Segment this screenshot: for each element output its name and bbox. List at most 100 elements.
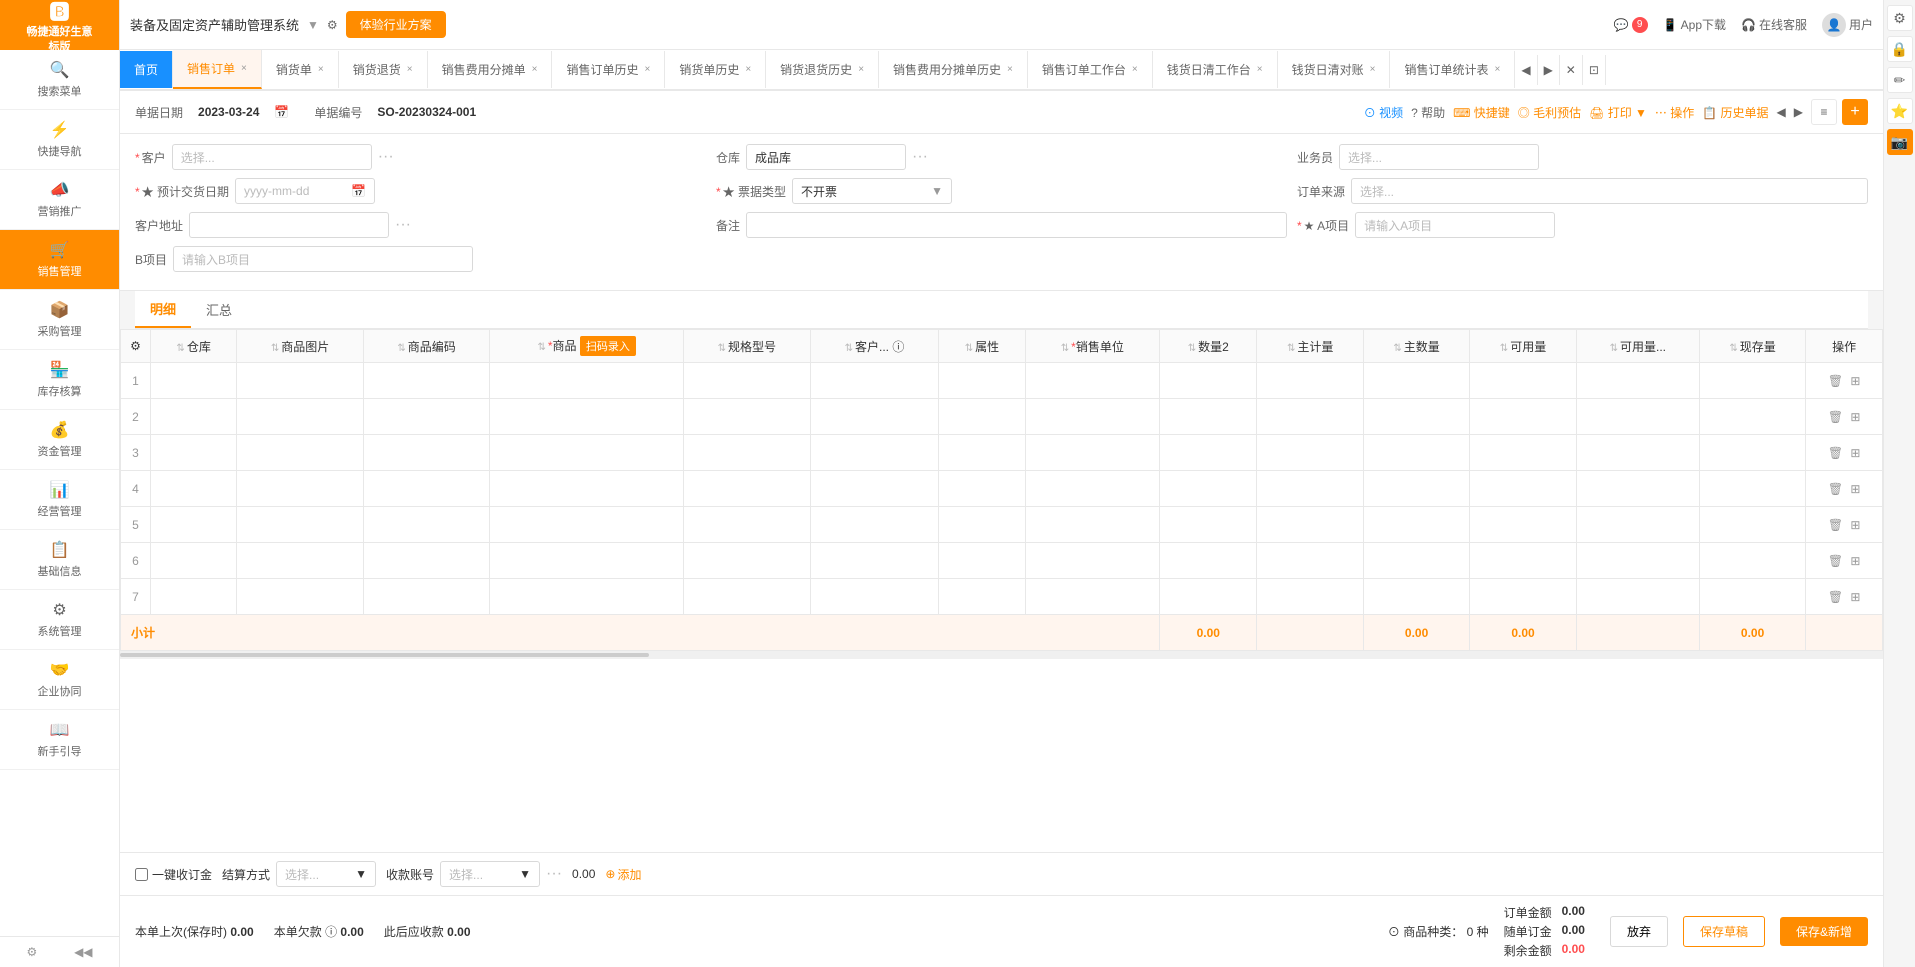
project-a-input[interactable]: 请输入A项目 bbox=[1355, 212, 1555, 238]
row-qty2[interactable] bbox=[1160, 507, 1257, 543]
row-warehouse[interactable] bbox=[151, 435, 237, 471]
tab-首页[interactable]: 首页 bbox=[120, 51, 173, 88]
row-image[interactable] bbox=[237, 471, 364, 507]
row-qty2[interactable] bbox=[1160, 363, 1257, 399]
history-action[interactable]: 📋 历史单据 bbox=[1702, 104, 1768, 121]
row-main-unit[interactable] bbox=[1257, 363, 1363, 399]
delete-icon[interactable]: 🗑 bbox=[1828, 554, 1843, 568]
row-code[interactable] bbox=[363, 471, 490, 507]
row-main-qty[interactable] bbox=[1363, 471, 1469, 507]
sidebar-settings-icon[interactable]: ⚙ bbox=[26, 945, 37, 959]
help-action[interactable]: ? 帮助 bbox=[1411, 104, 1445, 121]
row-customer-code[interactable] bbox=[810, 579, 939, 615]
project-b-input[interactable]: 请输入B项目 bbox=[173, 246, 473, 272]
row-customer-code[interactable] bbox=[810, 471, 939, 507]
row-warehouse[interactable] bbox=[151, 579, 237, 615]
row-spec[interactable] bbox=[684, 543, 811, 579]
sidebar-item-系统管理[interactable]: ⚙系统管理 bbox=[0, 590, 119, 650]
row-main-qty[interactable] bbox=[1363, 579, 1469, 615]
row-attribute[interactable] bbox=[939, 579, 1025, 615]
address-expand-icon[interactable]: ··· bbox=[395, 216, 411, 234]
save-new-button[interactable]: 保存&新增 bbox=[1780, 917, 1868, 946]
one-click-checkbox[interactable] bbox=[135, 868, 148, 881]
row-image[interactable] bbox=[237, 363, 364, 399]
row-main-unit[interactable] bbox=[1257, 579, 1363, 615]
right-panel-btn-4[interactable]: ⭐ bbox=[1887, 98, 1913, 124]
row-available2[interactable] bbox=[1576, 543, 1699, 579]
row-available2[interactable] bbox=[1576, 507, 1699, 543]
row-main-unit[interactable] bbox=[1257, 507, 1363, 543]
tab-close-icon[interactable]: × bbox=[644, 64, 650, 75]
row-main-unit[interactable] bbox=[1257, 543, 1363, 579]
sidebar-item-库存核算[interactable]: 🏪库存核算 bbox=[0, 350, 119, 410]
delete-icon[interactable]: 🗑 bbox=[1828, 482, 1843, 496]
add-payment-button[interactable]: ⊕ 添加 bbox=[605, 866, 641, 883]
sidebar-item-采购管理[interactable]: 📦采购管理 bbox=[0, 290, 119, 350]
tab-钱货日清工作台[interactable]: 钱货日清工作台× bbox=[1153, 51, 1278, 88]
copy-icon[interactable]: ⊞ bbox=[1850, 518, 1860, 532]
app-download-item[interactable]: 📱 App下载 bbox=[1663, 16, 1726, 33]
sidebar-item-企业协同[interactable]: 🤝企业协同 bbox=[0, 650, 119, 710]
row-available2[interactable] bbox=[1576, 399, 1699, 435]
row-main-unit[interactable] bbox=[1257, 399, 1363, 435]
right-panel-btn-5[interactable]: 📷 bbox=[1887, 129, 1913, 155]
customer-expand-icon[interactable]: ··· bbox=[378, 148, 394, 166]
row-product[interactable] bbox=[490, 579, 684, 615]
sidebar-item-搜索菜单[interactable]: 🔍搜索菜单 bbox=[0, 50, 119, 110]
row-available2[interactable] bbox=[1576, 471, 1699, 507]
row-qty2[interactable] bbox=[1160, 399, 1257, 435]
sidebar-item-经营管理[interactable]: 📊经营管理 bbox=[0, 470, 119, 530]
tab-close-icon[interactable]: × bbox=[318, 64, 324, 75]
calendar-icon[interactable]: 📅 bbox=[274, 105, 289, 119]
row-spec[interactable] bbox=[684, 435, 811, 471]
row-unit[interactable] bbox=[1025, 579, 1159, 615]
sidebar-collapse-icon[interactable]: ◀◀ bbox=[74, 945, 92, 959]
tab-销售订单工作台[interactable]: 销售订单工作台× bbox=[1028, 51, 1153, 88]
tab-销货单[interactable]: 销货单× bbox=[262, 51, 339, 88]
customer-input[interactable]: 选择... bbox=[172, 144, 372, 170]
tab-close-icon[interactable]: × bbox=[1370, 64, 1376, 75]
tab-close-icon[interactable]: × bbox=[241, 63, 247, 74]
profit-action[interactable]: ◎ 毛利预估 bbox=[1518, 104, 1581, 121]
settings-icon[interactable]: ⚙ bbox=[327, 18, 338, 32]
video-action[interactable]: ⊙ 视频 bbox=[1364, 104, 1403, 121]
row-customer-code[interactable] bbox=[810, 435, 939, 471]
detail-tab-汇总[interactable]: 汇总 bbox=[191, 292, 247, 327]
tab-close-icon[interactable]: × bbox=[532, 64, 538, 75]
row-available[interactable] bbox=[1470, 399, 1576, 435]
row-customer-code[interactable] bbox=[810, 399, 939, 435]
row-product[interactable] bbox=[490, 363, 684, 399]
row-main-unit[interactable] bbox=[1257, 471, 1363, 507]
warehouse-input[interactable]: 成品库 bbox=[746, 144, 906, 170]
account-select[interactable]: 选择... ▼ bbox=[440, 861, 540, 887]
row-spec[interactable] bbox=[684, 579, 811, 615]
sidebar-item-新手引导[interactable]: 📖新手引导 bbox=[0, 710, 119, 770]
tab-close-icon[interactable]: × bbox=[1494, 64, 1500, 75]
row-available[interactable] bbox=[1470, 543, 1576, 579]
tab-销货退货历史[interactable]: 销货退货历史× bbox=[766, 51, 879, 88]
notification-item[interactable]: 💬 9 bbox=[1614, 17, 1648, 33]
row-spec[interactable] bbox=[684, 399, 811, 435]
row-qty2[interactable] bbox=[1160, 543, 1257, 579]
row-unit[interactable] bbox=[1025, 543, 1159, 579]
remark-input[interactable] bbox=[746, 212, 1287, 238]
row-product[interactable] bbox=[490, 435, 684, 471]
row-product[interactable] bbox=[490, 471, 684, 507]
delete-icon[interactable]: 🗑 bbox=[1828, 446, 1843, 460]
tab-close-icon[interactable]: × bbox=[1132, 64, 1138, 75]
row-spec[interactable] bbox=[684, 507, 811, 543]
col-settings[interactable]: ⚙ bbox=[121, 330, 151, 363]
row-main-qty[interactable] bbox=[1363, 435, 1469, 471]
row-available2[interactable] bbox=[1576, 579, 1699, 615]
sidebar-item-资金管理[interactable]: 💰资金管理 bbox=[0, 410, 119, 470]
row-warehouse[interactable] bbox=[151, 471, 237, 507]
tab-nav-btn-1[interactable]: ▶ bbox=[1538, 55, 1560, 85]
tab-nav-btn-0[interactable]: ◀ bbox=[1515, 55, 1537, 85]
next-record-icon[interactable]: ▶ bbox=[1794, 105, 1803, 119]
row-code[interactable] bbox=[363, 363, 490, 399]
discard-button[interactable]: 放弃 bbox=[1610, 916, 1668, 947]
row-code[interactable] bbox=[363, 579, 490, 615]
order-source-input[interactable]: 选择... bbox=[1351, 178, 1868, 204]
row-customer-code[interactable] bbox=[810, 363, 939, 399]
tab-销售费用分摊单[interactable]: 销售费用分摊单× bbox=[428, 51, 553, 88]
